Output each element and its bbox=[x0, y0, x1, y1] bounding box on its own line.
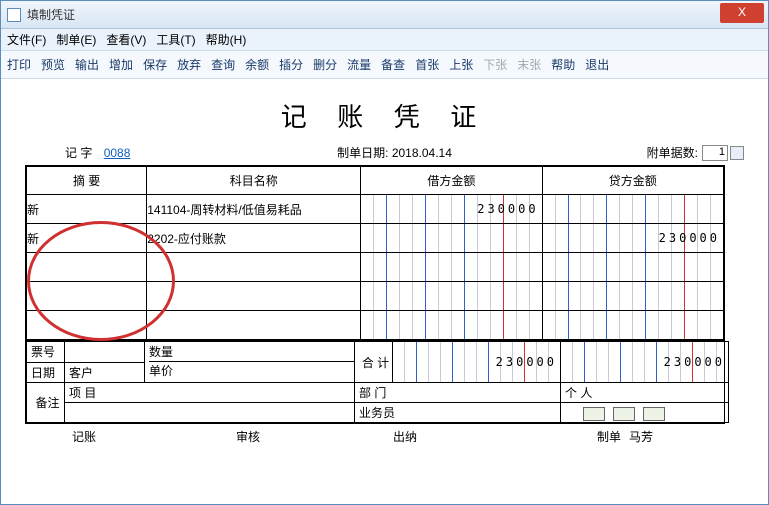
table-row[interactable] bbox=[27, 311, 724, 340]
voucher-number[interactable]: 0088 bbox=[104, 146, 131, 160]
total-debit: 230000 bbox=[393, 342, 560, 382]
cell-debit[interactable] bbox=[361, 253, 541, 281]
tb-balance[interactable]: 余额 bbox=[245, 56, 269, 73]
tb-add[interactable]: 增加 bbox=[109, 56, 133, 73]
total-label: 合 计 bbox=[355, 342, 393, 383]
tb-help[interactable]: 帮助 bbox=[551, 56, 575, 73]
tb-exit[interactable]: 退出 bbox=[585, 56, 609, 73]
table-row[interactable]: 新141104-周转材料/低值易耗品230000 bbox=[27, 195, 724, 224]
cell-abstract[interactable] bbox=[27, 282, 147, 311]
date-label: 制单日期: bbox=[337, 146, 388, 160]
cell-credit[interactable]: 230000 bbox=[543, 224, 723, 252]
menu-view[interactable]: 查看(V) bbox=[106, 31, 146, 48]
content: 记 账 凭 证 记 字 0088 制单日期: 2018.04.14 附单据数: … bbox=[1, 79, 768, 453]
close-button[interactable]: X bbox=[720, 3, 764, 23]
sign-audit: 审核 bbox=[143, 428, 353, 445]
tb-delete[interactable]: 删分 bbox=[313, 56, 337, 73]
cell-debit[interactable]: 230000 bbox=[361, 195, 541, 223]
cell-account[interactable] bbox=[147, 311, 361, 340]
cell-credit[interactable] bbox=[543, 311, 723, 339]
cell-abstract[interactable] bbox=[27, 311, 147, 340]
sign-book: 记账 bbox=[25, 428, 143, 445]
tb-last[interactable]: 末张 bbox=[517, 56, 541, 73]
cell-credit[interactable] bbox=[543, 282, 723, 310]
tb-next[interactable]: 下张 bbox=[483, 56, 507, 73]
mini-icons bbox=[561, 405, 728, 421]
total-credit: 230000 bbox=[561, 342, 728, 382]
customer-label: 客户 bbox=[65, 362, 145, 383]
voucher-title: 记 账 凭 证 bbox=[25, 97, 744, 134]
project-label: 项 目 bbox=[69, 386, 96, 400]
cell-account[interactable] bbox=[147, 253, 361, 282]
col-debit: 借方金额 bbox=[361, 167, 542, 195]
sign-cashier: 出纳 bbox=[353, 428, 531, 445]
cell-credit[interactable] bbox=[543, 253, 723, 281]
cell-debit[interactable] bbox=[361, 311, 541, 339]
sign-maker-label: 制单 bbox=[531, 428, 621, 445]
attach-label: 附单据数: bbox=[647, 144, 698, 161]
bill-no-value[interactable] bbox=[65, 342, 145, 363]
mini-icon-3[interactable] bbox=[643, 407, 665, 421]
cell-account[interactable] bbox=[147, 282, 361, 311]
tb-lookup[interactable]: 备查 bbox=[381, 56, 405, 73]
table-row[interactable] bbox=[27, 282, 724, 311]
sign-maker-name: 马芳 bbox=[621, 428, 721, 445]
tb-query[interactable]: 查询 bbox=[211, 56, 235, 73]
cell-abstract[interactable]: 新 bbox=[27, 224, 147, 253]
tb-print[interactable]: 打印 bbox=[7, 56, 31, 73]
bill-no-label: 票号 bbox=[27, 342, 65, 363]
dept-label: 部 门 bbox=[359, 386, 386, 400]
menubar: 文件(F) 制单(E) 查看(V) 工具(T) 帮助(H) bbox=[1, 29, 768, 51]
salesman-label: 业务员 bbox=[359, 406, 395, 420]
tb-save[interactable]: 保存 bbox=[143, 56, 167, 73]
type-label: 记 字 bbox=[65, 146, 92, 160]
tb-abandon[interactable]: 放弃 bbox=[177, 56, 201, 73]
voucher-grid: 摘 要 科目名称 借方金额 贷方金额 新141104-周转材料/低值易耗品230… bbox=[25, 165, 725, 341]
menu-make[interactable]: 制单(E) bbox=[56, 31, 96, 48]
cell-debit[interactable] bbox=[361, 224, 541, 252]
person-label: 个 人 bbox=[565, 386, 592, 400]
cell-abstract[interactable] bbox=[27, 253, 147, 282]
col-account: 科目名称 bbox=[147, 167, 361, 195]
cell-account[interactable]: 141104-周转材料/低值易耗品 bbox=[147, 195, 361, 224]
search-icon[interactable] bbox=[730, 146, 744, 160]
signature-row: 记账 审核 出纳 制单 马芳 bbox=[25, 424, 725, 445]
app-window: 称(N) 填制凭证 X 文件(F) 制单(E) 查看(V) 工具(T) 帮助(H… bbox=[0, 0, 769, 505]
tb-flow[interactable]: 流量 bbox=[347, 56, 371, 73]
date-label2: 日期 bbox=[27, 362, 65, 383]
app-icon bbox=[7, 8, 21, 22]
menu-file[interactable]: 文件(F) bbox=[7, 31, 46, 48]
tb-insert[interactable]: 插分 bbox=[279, 56, 303, 73]
date-value[interactable]: 2018.04.14 bbox=[392, 146, 452, 160]
remark-label: 备注 bbox=[27, 383, 65, 423]
toolbar: 打印 预览 输出 增加 保存 放弃 查询 余额 插分 删分 流量 备查 首张 上… bbox=[1, 51, 768, 79]
mini-icon-2[interactable] bbox=[613, 407, 635, 421]
cell-abstract[interactable]: 新 bbox=[27, 195, 147, 224]
col-abstract: 摘 要 bbox=[27, 167, 147, 195]
tb-first[interactable]: 首张 bbox=[415, 56, 439, 73]
price-label: 单价 bbox=[149, 362, 354, 381]
table-row[interactable]: 新2202-应付账款 230000 bbox=[27, 224, 724, 253]
menu-tool[interactable]: 工具(T) bbox=[156, 31, 195, 48]
cell-debit[interactable] bbox=[361, 282, 541, 310]
window-title: 填制凭证 bbox=[27, 6, 75, 23]
menu-help[interactable]: 帮助(H) bbox=[206, 31, 247, 48]
tb-prev[interactable]: 上张 bbox=[449, 56, 473, 73]
tb-preview[interactable]: 预览 bbox=[41, 56, 65, 73]
tb-output[interactable]: 输出 bbox=[75, 56, 99, 73]
cell-credit[interactable] bbox=[543, 195, 723, 223]
voucher-header: 记 字 0088 制单日期: 2018.04.14 附单据数: 1 bbox=[25, 142, 744, 165]
attach-count-input[interactable]: 1 bbox=[702, 145, 728, 161]
titlebar: 填制凭证 X bbox=[1, 1, 768, 29]
table-row[interactable] bbox=[27, 253, 724, 282]
mini-icon-1[interactable] bbox=[583, 407, 605, 421]
qty-label: 数量 bbox=[149, 343, 354, 362]
col-credit: 贷方金额 bbox=[542, 167, 723, 195]
cell-account[interactable]: 2202-应付账款 bbox=[147, 224, 361, 253]
footer-block: 票号 数量 单价 合 计 230000 bbox=[25, 341, 725, 424]
grid-header: 摘 要 科目名称 借方金额 贷方金额 bbox=[27, 167, 724, 195]
